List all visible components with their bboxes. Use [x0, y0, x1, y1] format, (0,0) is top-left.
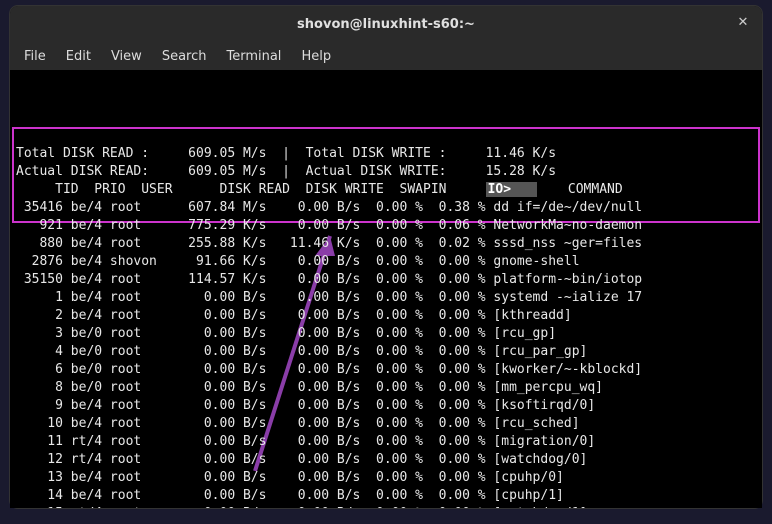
terminal-window: shovon@linuxhint-s60:~ ✕ File Edit View …: [10, 6, 762, 508]
menu-file[interactable]: File: [14, 45, 56, 68]
menu-help[interactable]: Help: [291, 45, 341, 68]
titlebar[interactable]: shovon@linuxhint-s60:~ ✕: [10, 6, 762, 42]
menu-search[interactable]: Search: [152, 45, 217, 68]
window-title: shovon@linuxhint-s60:~: [297, 17, 475, 32]
menu-edit[interactable]: Edit: [56, 45, 101, 68]
menu-terminal[interactable]: Terminal: [216, 45, 291, 68]
menu-view[interactable]: View: [101, 45, 152, 68]
menubar: File Edit View Search Terminal Help: [10, 42, 762, 71]
close-icon[interactable]: ✕: [734, 14, 752, 32]
terminal-output[interactable]: Total DISK READ : 609.05 M/s | Total DIS…: [10, 71, 762, 508]
